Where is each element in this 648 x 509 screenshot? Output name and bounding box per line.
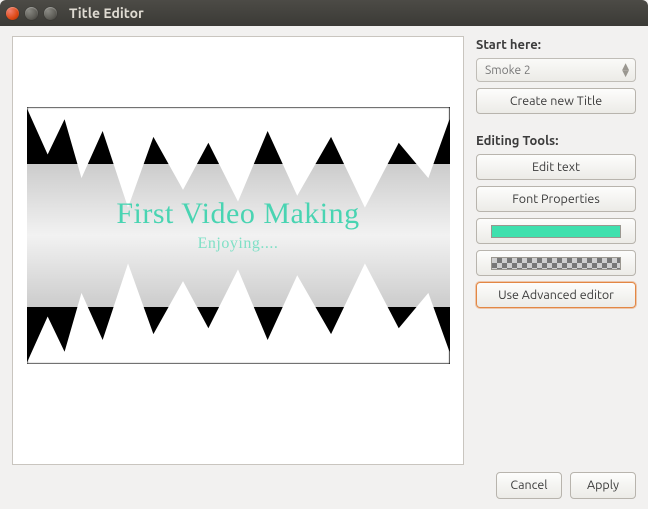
background-color-swatch: [491, 257, 621, 270]
title-text-overlay: First Video Making Enjoying....: [48, 197, 429, 253]
window-titlebar: Title Editor: [0, 0, 648, 26]
apply-button[interactable]: Apply: [570, 472, 636, 499]
preview-canvas: First Video Making Enjoying....: [27, 107, 450, 363]
font-properties-label: Font Properties: [512, 192, 600, 206]
cancel-label: Cancel: [510, 478, 547, 492]
title-preview: First Video Making Enjoying....: [12, 36, 464, 465]
close-icon[interactable]: [6, 7, 19, 20]
dialog-content: First Video Making Enjoying.... Start he…: [0, 26, 648, 469]
title-line-1: First Video Making: [48, 197, 429, 231]
foreground-color-swatch: [491, 225, 621, 238]
foreground-color-button[interactable]: [476, 218, 636, 244]
background-color-button[interactable]: [476, 250, 636, 276]
template-combobox[interactable]: Smoke 2 ▲▼: [476, 58, 636, 82]
create-new-title-label: Create new Title: [510, 94, 602, 108]
window-controls: [6, 7, 57, 20]
maximize-icon[interactable]: [44, 7, 57, 20]
chevron-updown-icon: ▲▼: [622, 63, 629, 77]
title-line-2: Enjoying....: [48, 235, 429, 253]
window-title: Title Editor: [69, 5, 144, 21]
template-selected-value: Smoke 2: [485, 64, 531, 77]
minimize-icon[interactable]: [25, 7, 38, 20]
apply-label: Apply: [587, 478, 619, 492]
sidebar: Start here: Smoke 2 ▲▼ Create new Title …: [476, 36, 636, 465]
edit-text-button[interactable]: Edit text: [476, 154, 636, 180]
dialog-footer: Cancel Apply: [0, 469, 648, 509]
create-new-title-button[interactable]: Create new Title: [476, 88, 636, 114]
cancel-button[interactable]: Cancel: [496, 472, 562, 499]
edit-text-label: Edit text: [532, 160, 580, 174]
start-here-label: Start here:: [476, 38, 636, 52]
font-properties-button[interactable]: Font Properties: [476, 186, 636, 212]
editing-tools-label: Editing Tools:: [476, 134, 636, 148]
use-advanced-editor-label: Use Advanced editor: [498, 288, 614, 302]
use-advanced-editor-button[interactable]: Use Advanced editor: [476, 282, 636, 308]
